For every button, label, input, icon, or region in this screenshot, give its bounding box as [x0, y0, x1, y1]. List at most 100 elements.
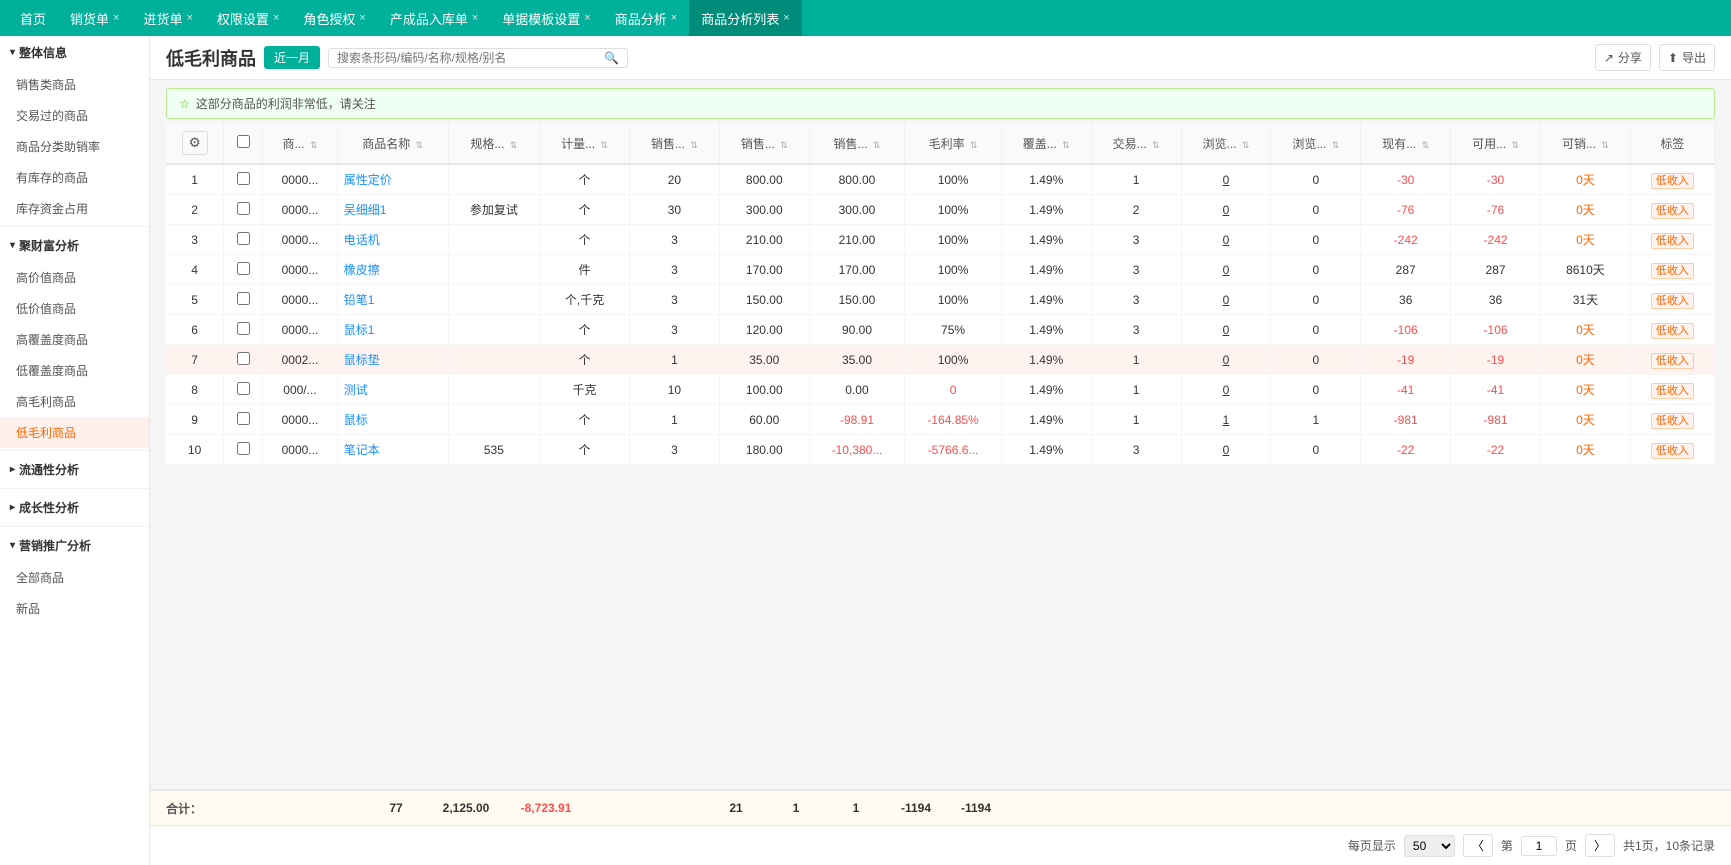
sidebar-item-sales-goods[interactable]: 销售类商品: [0, 69, 149, 100]
sidebar-group-wealth-title[interactable]: ▾ 聚财富分析: [0, 229, 149, 262]
cell-checkbox[interactable]: [224, 225, 263, 255]
nav-product-warehouse[interactable]: 产成品入库单 ×: [378, 0, 490, 36]
row-checkbox[interactable]: [237, 292, 250, 305]
search-input[interactable]: [337, 51, 604, 65]
nav-product-analysis-list[interactable]: 商品分析列表 ×: [689, 0, 801, 36]
sidebar-item-high-coverage[interactable]: 高覆盖度商品: [0, 324, 149, 355]
cell-view1[interactable]: 1: [1181, 405, 1271, 435]
sort-icon[interactable]: ⇅: [1332, 140, 1340, 150]
settings-icon-btn[interactable]: ⚙: [182, 131, 208, 155]
sidebar-item-stock-goods[interactable]: 有库存的商品: [0, 162, 149, 193]
sidebar-item-category-rate[interactable]: 商品分类助销率: [0, 131, 149, 162]
sort-icon[interactable]: ⇅: [690, 140, 698, 150]
share-button[interactable]: ↗ 分享: [1595, 44, 1651, 71]
next-page-button[interactable]: 〉: [1585, 834, 1615, 857]
cell-name[interactable]: 鼠标垫: [337, 345, 448, 375]
row-checkbox[interactable]: [237, 442, 250, 455]
col-settings[interactable]: ⚙: [166, 123, 224, 164]
cell-view1[interactable]: 0: [1181, 345, 1271, 375]
sort-icon[interactable]: ⇅: [416, 140, 424, 150]
cell-view1[interactable]: 0: [1181, 164, 1271, 195]
search-box[interactable]: 🔍: [328, 48, 628, 68]
sidebar-item-new-goods[interactable]: 新品: [0, 593, 149, 624]
cell-name[interactable]: 鼠标1: [337, 315, 448, 345]
sort-icon[interactable]: ⇅: [873, 140, 881, 150]
page-number-input[interactable]: [1521, 836, 1557, 856]
row-checkbox[interactable]: [237, 352, 250, 365]
close-icon[interactable]: ×: [186, 12, 192, 24]
sort-icon[interactable]: ⇅: [1601, 140, 1609, 150]
row-checkbox[interactable]: [237, 202, 250, 215]
nav-product-analysis[interactable]: 商品分析 ×: [603, 0, 689, 36]
cell-name[interactable]: 测试: [337, 375, 448, 405]
view1-link[interactable]: 0: [1223, 173, 1230, 187]
sort-icon[interactable]: ⇅: [1422, 140, 1430, 150]
close-icon[interactable]: ×: [359, 12, 365, 24]
view1-link[interactable]: 0: [1223, 293, 1230, 307]
sort-icon[interactable]: ⇅: [780, 140, 788, 150]
close-icon[interactable]: ×: [584, 12, 590, 24]
view1-link[interactable]: 0: [1223, 383, 1230, 397]
sidebar-item-high-margin[interactable]: 高毛利商品: [0, 386, 149, 417]
cell-checkbox[interactable]: [224, 195, 263, 225]
cell-name[interactable]: 鼠标: [337, 405, 448, 435]
sidebar-group-overview-title[interactable]: ▾ 整体信息: [0, 36, 149, 69]
nav-sales-order[interactable]: 销货单 ×: [58, 0, 131, 36]
row-checkbox[interactable]: [237, 262, 250, 275]
sidebar-item-all-goods[interactable]: 全部商品: [0, 562, 149, 593]
sidebar-item-low-coverage[interactable]: 低覆盖度商品: [0, 355, 149, 386]
view1-link[interactable]: 0: [1223, 323, 1230, 337]
cell-checkbox[interactable]: [224, 405, 263, 435]
cell-checkbox[interactable]: [224, 435, 263, 465]
view1-link[interactable]: 0: [1223, 263, 1230, 277]
view1-link[interactable]: 0: [1223, 443, 1230, 457]
nav-home[interactable]: 首页: [8, 0, 58, 36]
cell-view1[interactable]: 0: [1181, 285, 1271, 315]
nav-role-auth[interactable]: 角色授权 ×: [291, 0, 377, 36]
sidebar-item-low-value[interactable]: 低价值商品: [0, 293, 149, 324]
close-icon[interactable]: ×: [783, 12, 789, 24]
sidebar-item-capital-occupation[interactable]: 库存资金占用: [0, 193, 149, 224]
cell-checkbox[interactable]: [224, 164, 263, 195]
sidebar-item-high-value[interactable]: 高价值商品: [0, 262, 149, 293]
cell-checkbox[interactable]: [224, 285, 263, 315]
nav-purchase-order[interactable]: 进货单 ×: [131, 0, 204, 36]
prev-page-button[interactable]: 〈: [1463, 834, 1493, 857]
select-all-checkbox[interactable]: [237, 135, 250, 148]
close-icon[interactable]: ×: [671, 12, 677, 24]
view1-link[interactable]: 0: [1223, 203, 1230, 217]
cell-checkbox[interactable]: [224, 345, 263, 375]
sort-icon[interactable]: ⇅: [1242, 140, 1250, 150]
cell-name[interactable]: 橡皮擦: [337, 255, 448, 285]
cell-checkbox[interactable]: [224, 315, 263, 345]
row-checkbox[interactable]: [237, 412, 250, 425]
sort-icon[interactable]: ⇅: [1152, 140, 1160, 150]
cell-checkbox[interactable]: [224, 375, 263, 405]
cell-name[interactable]: 电话机: [337, 225, 448, 255]
nav-permission-settings[interactable]: 权限设置 ×: [205, 0, 291, 36]
close-icon[interactable]: ×: [472, 12, 478, 24]
sidebar-group-growth-title[interactable]: ▸ 成长性分析: [0, 491, 149, 524]
sort-icon[interactable]: ⇅: [600, 140, 608, 150]
row-checkbox[interactable]: [237, 232, 250, 245]
sort-icon[interactable]: ⇅: [970, 140, 978, 150]
cell-view1[interactable]: 0: [1181, 375, 1271, 405]
sort-icon[interactable]: ⇅: [1062, 140, 1070, 150]
cell-view1[interactable]: 0: [1181, 225, 1271, 255]
cell-name[interactable]: 铅笔1: [337, 285, 448, 315]
sidebar-item-traded-goods[interactable]: 交易过的商品: [0, 100, 149, 131]
sort-icon[interactable]: ⇅: [510, 140, 518, 150]
cell-name[interactable]: 笔记本: [337, 435, 448, 465]
row-checkbox[interactable]: [237, 172, 250, 185]
cell-view1[interactable]: 0: [1181, 315, 1271, 345]
cell-name[interactable]: 吴细细1: [337, 195, 448, 225]
sidebar-group-flow-title[interactable]: ▸ 流通性分析: [0, 453, 149, 486]
row-checkbox[interactable]: [237, 382, 250, 395]
sidebar-item-low-margin[interactable]: 低毛利商品: [0, 417, 149, 448]
close-icon[interactable]: ×: [113, 12, 119, 24]
view1-link[interactable]: 1: [1223, 413, 1230, 427]
cell-checkbox[interactable]: [224, 255, 263, 285]
nav-template-settings[interactable]: 单据模板设置 ×: [490, 0, 602, 36]
view1-link[interactable]: 0: [1223, 233, 1230, 247]
cell-view1[interactable]: 0: [1181, 435, 1271, 465]
